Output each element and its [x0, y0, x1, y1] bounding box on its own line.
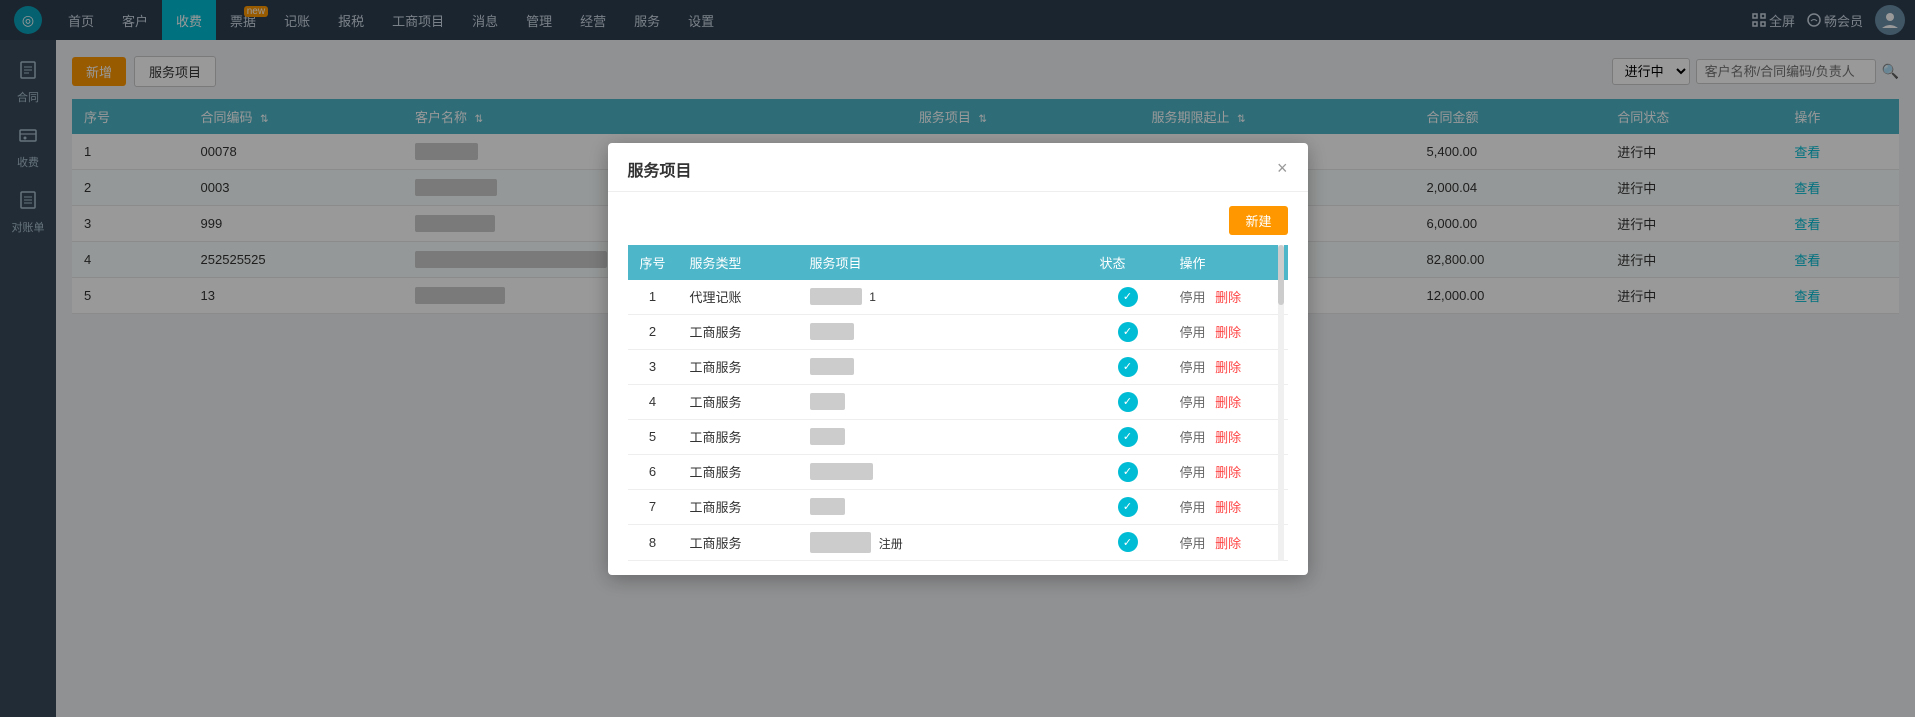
- modal-cell-seq: 6: [628, 454, 678, 489]
- modal-header: 服务项目 ×: [608, 143, 1308, 192]
- delete-button[interactable]: 删除: [1215, 395, 1241, 410]
- modal-toolbar: 新建: [628, 206, 1288, 235]
- modal-cell-status: ✓: [1088, 489, 1168, 524]
- modal-cell-item: ████: [798, 314, 1088, 349]
- service-items-table: 序号 服务类型 服务项目 状态 操作 1 代理记账 ████1 1 ✓: [628, 245, 1288, 561]
- status-check-icon: ✓: [1118, 392, 1138, 412]
- status-check-icon: ✓: [1118, 287, 1138, 307]
- modal-cell-item: ███: [798, 384, 1088, 419]
- modal-table-row: 5 工商服务 ███ ✓ 停用 删除: [628, 419, 1288, 454]
- modal-cell-type: 工商服务: [678, 349, 798, 384]
- stop-button[interactable]: 停用: [1180, 465, 1206, 480]
- stop-button[interactable]: 停用: [1180, 536, 1206, 551]
- delete-button[interactable]: 删除: [1215, 536, 1241, 551]
- scrollbar-track[interactable]: [1278, 245, 1284, 561]
- modal-col-item: 服务项目: [798, 245, 1088, 280]
- modal-cell-status: ✓: [1088, 454, 1168, 489]
- modal-table-row: 6 工商服务 ██████ ✓ 停用 删除: [628, 454, 1288, 489]
- modal-cell-action: 停用 删除: [1168, 349, 1288, 384]
- modal-close-button[interactable]: ×: [1277, 158, 1288, 179]
- modal-cell-action: 停用 删除: [1168, 489, 1288, 524]
- modal-col-status: 状态: [1088, 245, 1168, 280]
- modal-table-row: 8 工商服务 ███注册 注册 ✓ 停用 删除: [628, 524, 1288, 560]
- modal-cell-seq: 4: [628, 384, 678, 419]
- modal-cell-seq: 2: [628, 314, 678, 349]
- stop-button[interactable]: 停用: [1180, 500, 1206, 515]
- delete-button[interactable]: 删除: [1215, 500, 1241, 515]
- delete-button[interactable]: 删除: [1215, 325, 1241, 340]
- stop-button[interactable]: 停用: [1180, 395, 1206, 410]
- modal-title: 服务项目: [628, 157, 692, 181]
- scrollbar-thumb[interactable]: [1278, 245, 1284, 305]
- modal-cell-action: 停用 删除: [1168, 454, 1288, 489]
- modal-cell-item: ██████: [798, 454, 1088, 489]
- modal-table-row: 1 代理记账 ████1 1 ✓ 停用 删除: [628, 280, 1288, 315]
- modal-cell-status: ✓: [1088, 280, 1168, 315]
- status-check-icon: ✓: [1118, 427, 1138, 447]
- modal-body: 新建 序号 服务类型 服务项目 状态 操作 1 代理记账: [608, 192, 1308, 575]
- modal-col-seq: 序号: [628, 245, 678, 280]
- delete-button[interactable]: 删除: [1215, 360, 1241, 375]
- service-items-modal: 服务项目 × 新建 序号 服务类型 服务项目 状态 操作: [608, 143, 1308, 575]
- modal-cell-type: 工商服务: [678, 454, 798, 489]
- stop-button[interactable]: 停用: [1180, 430, 1206, 445]
- modal-cell-seq: 1: [628, 280, 678, 315]
- modal-cell-action: 停用 删除: [1168, 280, 1288, 315]
- modal-cell-item: ███注册 注册: [798, 524, 1088, 560]
- status-check-icon: ✓: [1118, 532, 1138, 552]
- modal-cell-status: ✓: [1088, 384, 1168, 419]
- modal-cell-type: 工商服务: [678, 314, 798, 349]
- modal-cell-type: 工商服务: [678, 524, 798, 560]
- modal-cell-type: 代理记账: [678, 280, 798, 315]
- modal-col-type: 服务类型: [678, 245, 798, 280]
- modal-cell-action: 停用 删除: [1168, 419, 1288, 454]
- modal-cell-type: 工商服务: [678, 419, 798, 454]
- modal-cell-item: ████: [798, 349, 1088, 384]
- modal-new-button[interactable]: 新建: [1229, 206, 1287, 235]
- modal-cell-seq: 7: [628, 489, 678, 524]
- modal-table-row: 3 工商服务 ████ ✓ 停用 删除: [628, 349, 1288, 384]
- modal-cell-status: ✓: [1088, 524, 1168, 560]
- modal-overlay[interactable]: 服务项目 × 新建 序号 服务类型 服务项目 状态 操作: [0, 0, 1915, 717]
- delete-button[interactable]: 删除: [1215, 465, 1241, 480]
- modal-col-action: 操作: [1168, 245, 1288, 280]
- status-check-icon: ✓: [1118, 497, 1138, 517]
- modal-cell-seq: 3: [628, 349, 678, 384]
- stop-button[interactable]: 停用: [1180, 360, 1206, 375]
- status-check-icon: ✓: [1118, 357, 1138, 377]
- modal-table-row: 2 工商服务 ████ ✓ 停用 删除: [628, 314, 1288, 349]
- modal-table-header: 序号 服务类型 服务项目 状态 操作: [628, 245, 1288, 280]
- modal-cell-item: ███: [798, 419, 1088, 454]
- modal-cell-status: ✓: [1088, 419, 1168, 454]
- delete-button[interactable]: 删除: [1215, 290, 1241, 305]
- modal-cell-action: 停用 删除: [1168, 524, 1288, 560]
- modal-table-row: 7 工商服务 ███ ✓ 停用 删除: [628, 489, 1288, 524]
- status-check-icon: ✓: [1118, 322, 1138, 342]
- modal-cell-seq: 5: [628, 419, 678, 454]
- modal-cell-status: ✓: [1088, 349, 1168, 384]
- modal-cell-type: 工商服务: [678, 384, 798, 419]
- modal-cell-action: 停用 删除: [1168, 384, 1288, 419]
- stop-button[interactable]: 停用: [1180, 290, 1206, 305]
- status-check-icon: ✓: [1118, 462, 1138, 482]
- modal-cell-seq: 8: [628, 524, 678, 560]
- modal-cell-item: ████1 1: [798, 280, 1088, 315]
- modal-table-row: 4 工商服务 ███ ✓ 停用 删除: [628, 384, 1288, 419]
- modal-cell-type: 工商服务: [678, 489, 798, 524]
- modal-cell-item: ███: [798, 489, 1088, 524]
- modal-cell-status: ✓: [1088, 314, 1168, 349]
- modal-cell-action: 停用 删除: [1168, 314, 1288, 349]
- stop-button[interactable]: 停用: [1180, 325, 1206, 340]
- delete-button[interactable]: 删除: [1215, 430, 1241, 445]
